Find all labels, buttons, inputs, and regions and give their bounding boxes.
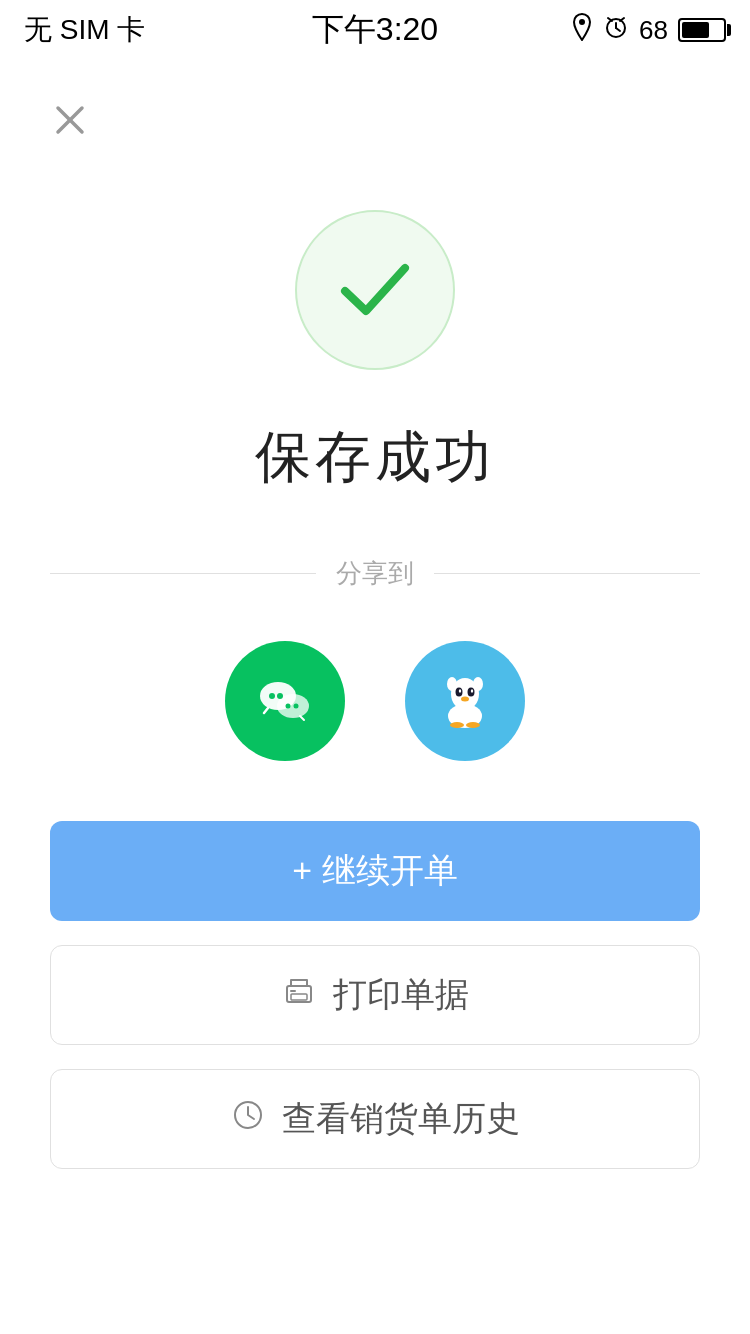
battery-icon xyxy=(678,18,726,42)
action-buttons: + 继续开单 打印单据 查看销货单历史 xyxy=(50,821,700,1169)
svg-point-13 xyxy=(286,704,291,709)
wechat-share-button[interactable] xyxy=(225,641,345,761)
share-divider: 分享到 xyxy=(50,556,700,591)
success-title: 保存成功 xyxy=(255,420,495,496)
svg-point-22 xyxy=(450,722,464,728)
svg-point-25 xyxy=(473,677,483,691)
print-icon xyxy=(281,973,317,1017)
svg-point-12 xyxy=(277,693,283,699)
svg-line-6 xyxy=(620,18,624,21)
battery-percent: 68 xyxy=(639,15,668,46)
checkmark-icon xyxy=(330,243,420,337)
success-circle xyxy=(295,210,455,370)
carrier-text: 无 SIM 卡 xyxy=(24,11,145,49)
main-content: 保存成功 分享到 xyxy=(0,150,750,1334)
svg-point-23 xyxy=(466,722,480,728)
share-icons xyxy=(225,641,525,761)
svg-point-11 xyxy=(269,693,275,699)
qq-share-button[interactable] xyxy=(405,641,525,761)
divider-left xyxy=(50,573,316,574)
svg-rect-27 xyxy=(291,994,307,1000)
continue-button[interactable]: + 继续开单 xyxy=(50,821,700,921)
status-right: 68 xyxy=(571,13,726,48)
divider-right xyxy=(434,573,700,574)
svg-line-4 xyxy=(616,28,620,31)
share-section: 分享到 xyxy=(50,556,700,761)
share-label: 分享到 xyxy=(336,556,414,591)
svg-point-24 xyxy=(447,677,457,691)
status-time: 下午3:20 xyxy=(312,8,438,52)
location-icon xyxy=(571,13,593,48)
alarm-icon xyxy=(603,13,629,48)
svg-point-17 xyxy=(456,688,463,697)
svg-point-20 xyxy=(471,689,473,693)
print-button[interactable]: 打印单据 xyxy=(50,945,700,1045)
svg-point-19 xyxy=(459,689,461,693)
svg-line-5 xyxy=(608,18,612,21)
print-label: 打印单据 xyxy=(333,972,469,1018)
svg-point-1 xyxy=(579,19,585,25)
close-button[interactable] xyxy=(40,90,100,150)
history-label: 查看销货单历史 xyxy=(282,1096,520,1142)
history-icon xyxy=(230,1097,266,1141)
svg-point-18 xyxy=(468,688,475,697)
status-bar: 无 SIM 卡 下午3:20 xyxy=(0,0,750,60)
svg-point-21 xyxy=(461,697,469,702)
status-left: 无 SIM 卡 xyxy=(24,11,155,49)
svg-point-14 xyxy=(294,704,299,709)
history-button[interactable]: 查看销货单历史 xyxy=(50,1069,700,1169)
